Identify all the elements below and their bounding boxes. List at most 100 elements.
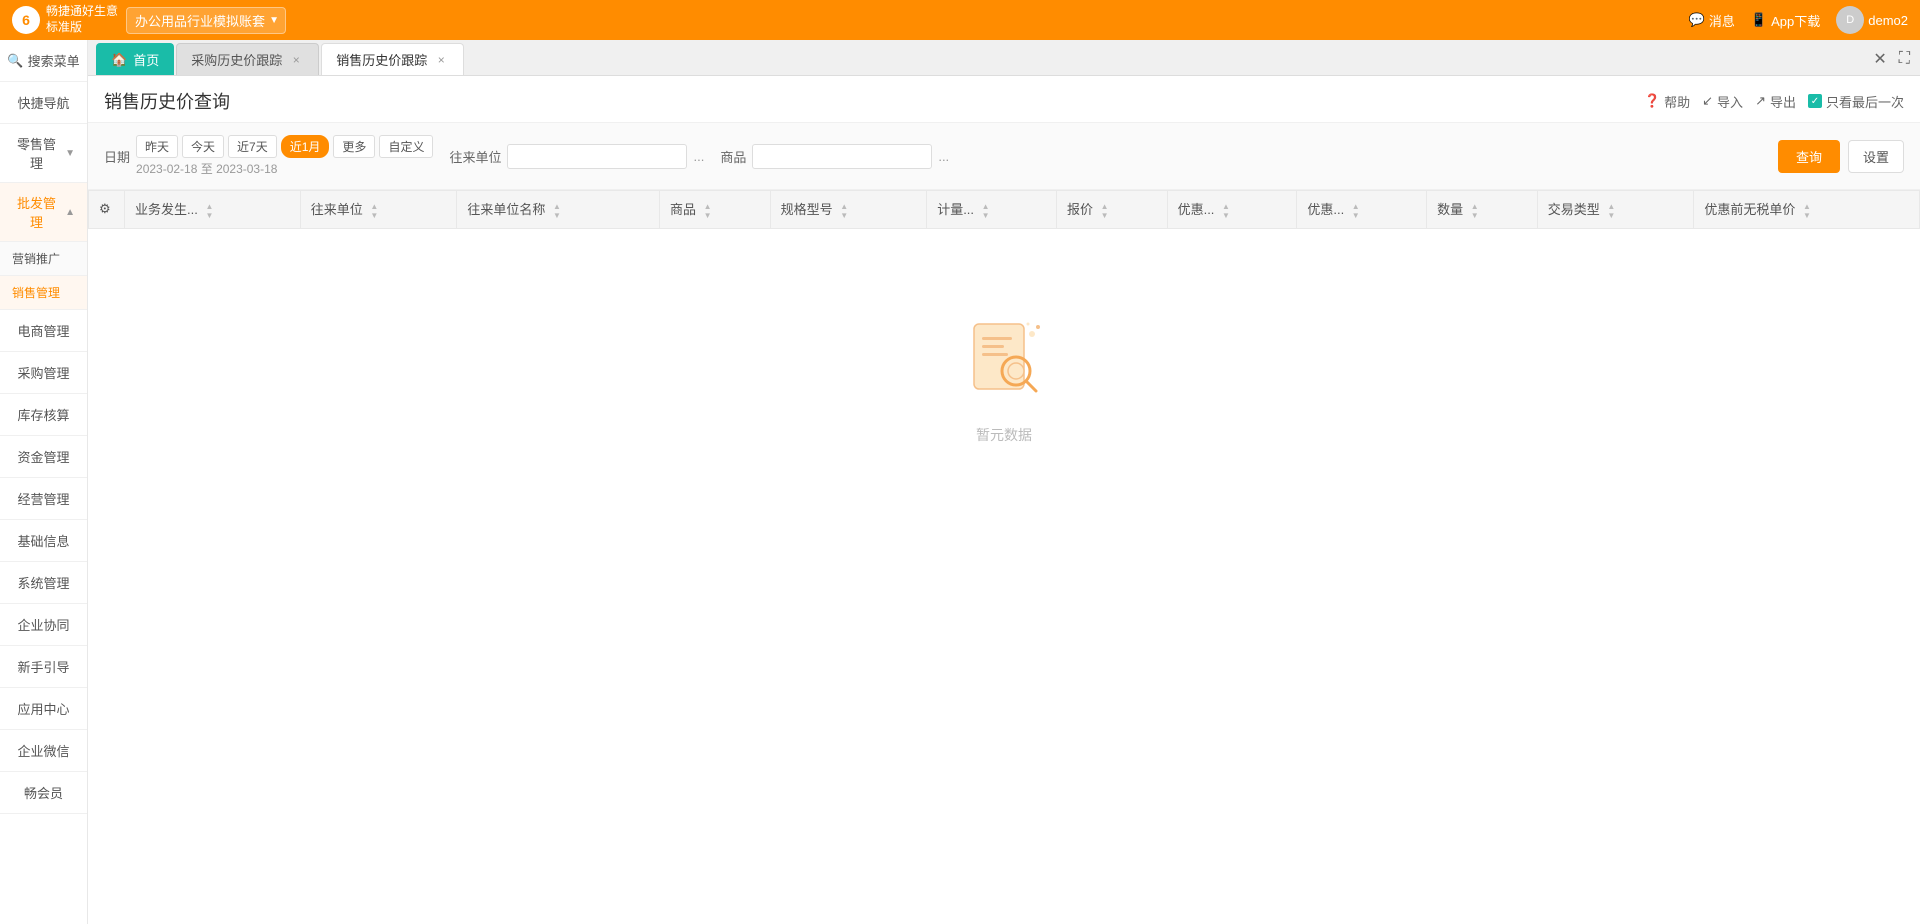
sort-arrows-icon: ▲▼ xyxy=(982,202,990,220)
date-btn-today[interactable]: 今天 xyxy=(182,135,224,158)
col-tax-free-price[interactable]: 优惠前无税单价 ▲▼ xyxy=(1694,191,1920,229)
main-layout: 🔍 搜索菜单 快捷导航 零售管理 ▼ 批发管理 ▲ 营销推广 销售管理 电商管理… xyxy=(0,40,1920,924)
col-discount2[interactable]: 优惠... ▲▼ xyxy=(1297,191,1427,229)
empty-state: 暂元数据 xyxy=(88,229,1920,525)
sort-arrows-icon: ▲▼ xyxy=(1471,202,1479,220)
col-quantity[interactable]: 数量 ▲▼ xyxy=(1427,191,1538,229)
logo-text: 畅捷通好生意 标准版 xyxy=(46,4,118,35)
product-label: 商品 xyxy=(720,147,746,166)
sidebar-item-operations[interactable]: 经营管理 xyxy=(0,478,87,520)
help-btn[interactable]: ❓ 帮助 xyxy=(1644,92,1690,111)
app-selector[interactable]: 办公用品行业模拟账套 ▼ xyxy=(126,7,286,34)
page-actions: ❓ 帮助 ↙ 导入 ↗ 导出 ✓ 只看最后一次 xyxy=(1644,92,1904,111)
close-icon[interactable]: × xyxy=(288,52,304,68)
sort-arrows-icon: ▲▼ xyxy=(840,202,848,220)
import-icon: ↙ xyxy=(1702,93,1713,109)
settings-icon: ⚙ xyxy=(99,201,111,216)
col-unit[interactable]: 计量... ▲▼ xyxy=(927,191,1057,229)
col-trade-type[interactable]: 交易类型 ▲▼ xyxy=(1537,191,1694,229)
sidebar-item-quick-nav[interactable]: 快捷导航 xyxy=(0,82,87,124)
col-biz-date[interactable]: 业务发生... ▲▼ xyxy=(125,191,301,229)
sidebar-item-purchase[interactable]: 采购管理 xyxy=(0,352,87,394)
data-table: ⚙ 业务发生... ▲▼ 往来单位 ▲▼ 往来单位名称 xyxy=(88,190,1920,229)
date-btn-7days[interactable]: 近7天 xyxy=(228,135,277,158)
header-left: 6 畅捷通好生意 标准版 办公用品行业模拟账套 ▼ xyxy=(12,4,286,35)
filter-bar: 日期 昨天 今天 近7天 近1月 更多 自定义 2023-02-18 至 202… xyxy=(88,123,1920,190)
sidebar-item-search-menu[interactable]: 🔍 搜索菜单 xyxy=(0,40,87,82)
query-button[interactable]: 查询 xyxy=(1778,140,1840,173)
partner-input[interactable] xyxy=(507,144,687,169)
sidebar-item-enterprise[interactable]: 企业协同 xyxy=(0,604,87,646)
partner-label: 往来单位 xyxy=(449,147,501,166)
close-tab-btn[interactable]: ✕ xyxy=(1871,47,1888,71)
sidebar-item-finance[interactable]: 资金管理 xyxy=(0,436,87,478)
sidebar-item-basic-info[interactable]: 基础信息 xyxy=(0,520,87,562)
date-btn-custom[interactable]: 自定义 xyxy=(379,135,433,158)
col-quote[interactable]: 报价 ▲▼ xyxy=(1056,191,1167,229)
filter-actions: 查询 设置 xyxy=(1778,140,1904,173)
sort-arrows-icon: ▲▼ xyxy=(1803,202,1811,220)
sidebar-item-system[interactable]: 系统管理 xyxy=(0,562,87,604)
sidebar-item-inventory[interactable]: 库存核算 xyxy=(0,394,87,436)
tab-bar-actions: ✕ ⛶ xyxy=(1871,47,1912,75)
date-btn-yesterday[interactable]: 昨天 xyxy=(136,135,178,158)
help-icon: ❓ xyxy=(1644,93,1660,109)
message-btn[interactable]: 💬 消息 xyxy=(1689,11,1735,30)
sidebar-item-wholesale[interactable]: 批发管理 ▲ xyxy=(0,183,87,242)
sidebar-item-app-center[interactable]: 应用中心 xyxy=(0,688,87,730)
col-discount1[interactable]: 优惠... ▲▼ xyxy=(1167,191,1297,229)
sort-arrows-icon: ▲▼ xyxy=(553,202,561,220)
sidebar-item-marketing[interactable]: 营销推广 xyxy=(0,242,87,276)
filter-partner-group: 往来单位 ... xyxy=(449,144,704,169)
table-header-row: ⚙ 业务发生... ▲▼ 往来单位 ▲▼ 往来单位名称 xyxy=(89,191,1920,229)
export-btn[interactable]: ↗ 导出 xyxy=(1755,92,1796,111)
sort-arrows-icon: ▲▼ xyxy=(704,202,712,220)
col-product[interactable]: 商品 ▲▼ xyxy=(659,191,770,229)
import-btn[interactable]: ↙ 导入 xyxy=(1702,92,1743,111)
download-icon: 📱 xyxy=(1751,12,1767,28)
sidebar-item-ecommerce[interactable]: 电商管理 xyxy=(0,310,87,352)
date-btn-more[interactable]: 更多 xyxy=(333,135,375,158)
filter-date-group: 日期 昨天 今天 近7天 近1月 更多 自定义 2023-02-18 至 202… xyxy=(104,135,433,177)
product-input[interactable] xyxy=(752,144,932,169)
sidebar-item-enterprise-wechat[interactable]: 企业微信 xyxy=(0,730,87,772)
settings-button[interactable]: 设置 xyxy=(1848,140,1904,173)
col-partner-name[interactable]: 往来单位名称 ▲▼ xyxy=(457,191,660,229)
col-settings[interactable]: ⚙ xyxy=(89,191,125,229)
user-avatar-btn[interactable]: D demo2 xyxy=(1836,6,1908,34)
sort-arrows-icon: ▲▼ xyxy=(370,202,378,220)
sidebar-item-retail[interactable]: 零售管理 ▼ xyxy=(0,124,87,183)
content-area: 🏠 首页 采购历史价跟踪 × 销售历史价跟踪 × ✕ ⛶ xyxy=(88,40,1920,924)
export-icon: ↗ xyxy=(1755,93,1766,109)
sort-arrows-icon: ▲▼ xyxy=(1607,202,1615,220)
sidebar-item-sales-mgmt[interactable]: 销售管理 xyxy=(0,276,87,310)
date-buttons: 昨天 今天 近7天 近1月 更多 自定义 xyxy=(136,135,433,158)
date-filter-col: 昨天 今天 近7天 近1月 更多 自定义 2023-02-18 至 2023-0… xyxy=(136,135,433,177)
empty-state-icon xyxy=(954,309,1054,409)
only-last-checkbox[interactable]: ✓ 只看最后一次 xyxy=(1808,92,1904,111)
close-icon[interactable]: × xyxy=(433,52,449,68)
product-ellipsis[interactable]: ... xyxy=(938,149,949,164)
avatar: D xyxy=(1836,6,1864,34)
tab-bar-tabs: 🏠 首页 采购历史价跟踪 × 销售历史价跟踪 × xyxy=(96,43,466,75)
col-spec[interactable]: 规格型号 ▲▼ xyxy=(770,191,927,229)
table-head: ⚙ 业务发生... ▲▼ 往来单位 ▲▼ 往来单位名称 xyxy=(89,191,1920,229)
top-header: 6 畅捷通好生意 标准版 办公用品行业模拟账套 ▼ 💬 消息 📱 App下载 D… xyxy=(0,0,1920,40)
tab-purchase[interactable]: 采购历史价跟踪 × xyxy=(176,43,319,75)
app-download-btn[interactable]: 📱 App下载 xyxy=(1751,11,1820,30)
date-label: 日期 xyxy=(104,147,130,166)
filter-product-group: 商品 ... xyxy=(720,144,949,169)
date-btn-1month[interactable]: 近1月 xyxy=(281,135,330,158)
sidebar-item-newbie[interactable]: 新手引导 xyxy=(0,646,87,688)
col-partner-code[interactable]: 往来单位 ▲▼ xyxy=(300,191,457,229)
tab-sales[interactable]: 销售历史价跟踪 × xyxy=(321,43,464,75)
search-icon: 🔍 xyxy=(7,53,23,69)
sort-arrows-icon: ▲▼ xyxy=(1222,202,1230,220)
sort-arrows-icon: ▲▼ xyxy=(205,202,213,220)
sidebar-item-member[interactable]: 畅会员 xyxy=(0,772,87,814)
tab-home[interactable]: 🏠 首页 xyxy=(96,43,174,75)
fullscreen-btn[interactable]: ⛶ xyxy=(1897,48,1912,70)
partner-ellipsis[interactable]: ... xyxy=(693,149,704,164)
tab-bar: 🏠 首页 采购历史价跟踪 × 销售历史价跟踪 × ✕ ⛶ xyxy=(88,40,1920,76)
page-title: 销售历史价查询 xyxy=(104,88,230,114)
